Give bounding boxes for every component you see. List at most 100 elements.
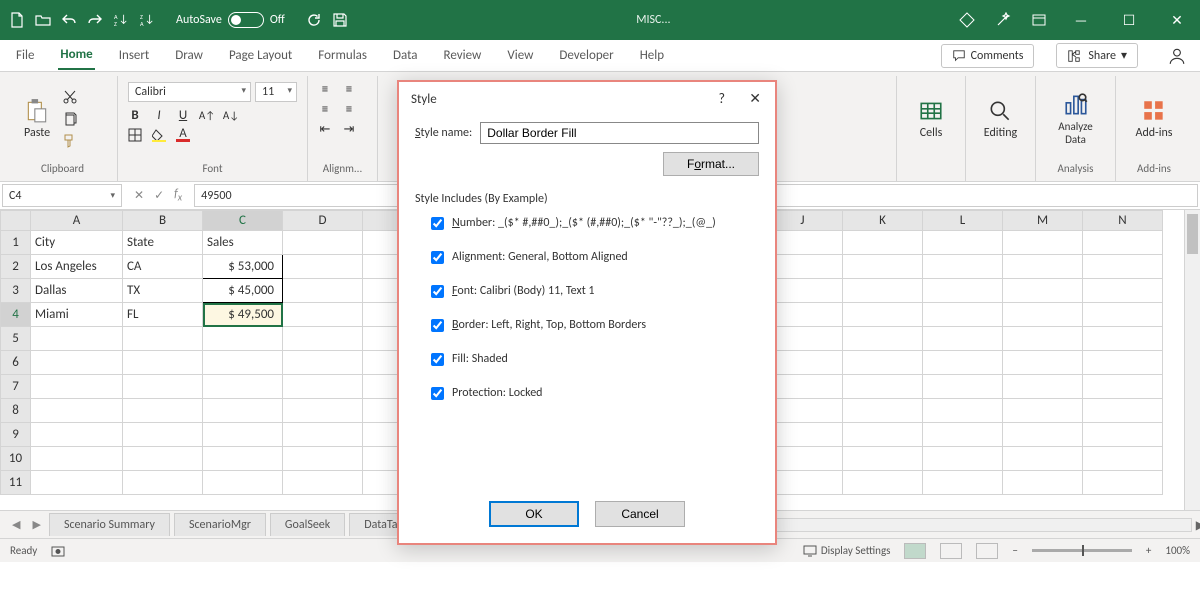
zoom-level[interactable]: 100%	[1165, 544, 1190, 557]
comments-button[interactable]: Comments	[941, 44, 1035, 68]
col-header[interactable]: N	[1083, 211, 1163, 231]
sheet-tab[interactable]: Scenario Summary	[49, 513, 170, 536]
active-cell[interactable]: $ 49,500	[203, 303, 283, 327]
tab-view[interactable]: View	[505, 42, 535, 69]
zoom-out-button[interactable]: −	[1012, 544, 1017, 557]
border-checkbox[interactable]: Border: Left, Right, Top, Bottom Borders	[431, 318, 759, 332]
alignment-checkbox[interactable]: Alignment: General, Bottom Aligned	[431, 250, 759, 264]
save-icon[interactable]	[331, 11, 349, 29]
analyze-data-button[interactable]: Analyze Data	[1046, 88, 1105, 150]
cells-button[interactable]: Cells	[912, 94, 950, 144]
fill-color-icon[interactable]	[152, 128, 166, 142]
zoom-in-button[interactable]: +	[1146, 544, 1151, 557]
style-name-input[interactable]	[480, 122, 759, 144]
align-mid-icon[interactable]: ≡	[342, 82, 356, 96]
editing-button[interactable]: Editing	[978, 94, 1023, 144]
enter-formula-icon[interactable]: ✓	[154, 188, 164, 203]
border-icon[interactable]	[128, 128, 142, 142]
italic-icon[interactable]: I	[152, 108, 166, 122]
col-header[interactable]: C	[203, 211, 283, 231]
format-painter-icon[interactable]	[62, 133, 78, 149]
font-size-dropdown[interactable]: 11	[255, 82, 297, 102]
clipboard-group: Paste Clipboard	[8, 76, 118, 181]
sheet-tab[interactable]: ScenarioMgr	[174, 513, 266, 536]
col-header[interactable]: A	[31, 211, 123, 231]
tab-review[interactable]: Review	[442, 42, 484, 69]
indent-dec-icon[interactable]: ⇤	[318, 122, 332, 136]
account-icon[interactable]	[1168, 47, 1186, 65]
window-icon[interactable]	[1030, 11, 1048, 29]
name-box[interactable]: C4▾	[2, 184, 122, 207]
macro-record-icon[interactable]	[51, 544, 65, 558]
tab-data[interactable]: Data	[391, 42, 420, 69]
addins-button[interactable]: Add-ins	[1130, 94, 1179, 144]
redo-icon[interactable]	[86, 11, 104, 29]
sheet-nav-next-icon[interactable]: ▶	[28, 518, 44, 531]
dialog-close-button[interactable]: ✕	[749, 90, 761, 107]
font-checkbox[interactable]: Font: Calibri (Body) 11, Text 1	[431, 284, 759, 298]
tab-developer[interactable]: Developer	[557, 42, 615, 69]
tab-page-layout[interactable]: Page Layout	[227, 42, 294, 69]
sort-asc-icon[interactable]: AZ	[112, 11, 130, 29]
sheet-nav-prev-icon[interactable]: ◀	[8, 518, 24, 531]
align-left-icon[interactable]: ≡	[318, 102, 332, 116]
vertical-scrollbar[interactable]	[1184, 210, 1200, 510]
zoom-slider[interactable]	[1032, 549, 1132, 552]
share-button[interactable]: Share ▾	[1056, 43, 1138, 68]
ok-button[interactable]: OK	[489, 501, 579, 527]
tab-draw[interactable]: Draw	[173, 42, 205, 69]
dialog-titlebar: Style ? ✕	[399, 82, 775, 116]
underline-icon[interactable]: U	[176, 108, 190, 122]
indent-inc-icon[interactable]: ⇥	[342, 122, 356, 136]
paste-button[interactable]: Paste	[18, 94, 56, 144]
close-window-button[interactable]: ✕	[1162, 12, 1192, 29]
bold-icon[interactable]: B	[128, 108, 142, 122]
font-name-dropdown[interactable]: Calibri	[128, 82, 251, 102]
minimize-button[interactable]: —	[1066, 12, 1096, 29]
fx-icon[interactable]: fx	[174, 187, 182, 203]
number-checkbox[interactable]: Number: _($* #,##0_);_($* (#,##0);_($* "…	[431, 216, 759, 230]
cancel-button[interactable]: Cancel	[595, 501, 685, 527]
protection-checkbox[interactable]: Protection: Locked	[431, 386, 759, 400]
select-all-cell[interactable]	[1, 211, 31, 231]
col-header[interactable]: K	[843, 211, 923, 231]
col-header[interactable]: L	[923, 211, 1003, 231]
refresh-icon[interactable]	[305, 11, 323, 29]
wand-icon[interactable]	[994, 11, 1012, 29]
fill-checkbox[interactable]: Fill: Shaded	[431, 352, 759, 366]
page-break-view-button[interactable]	[976, 543, 998, 559]
sheet-tab[interactable]: GoalSeek	[270, 513, 345, 536]
page-layout-view-button[interactable]	[940, 543, 962, 559]
col-header[interactable]: B	[123, 211, 203, 231]
maximize-button[interactable]: ☐	[1114, 12, 1144, 29]
svg-text:Z: Z	[114, 20, 117, 27]
grow-font-icon[interactable]: A↑	[200, 108, 214, 122]
normal-view-button[interactable]	[904, 543, 926, 559]
align-center-icon[interactable]: ≡	[342, 102, 356, 116]
sort-desc-icon[interactable]: ZA	[138, 11, 156, 29]
font-color-icon[interactable]: A	[176, 128, 190, 142]
cut-icon[interactable]	[62, 89, 78, 105]
open-icon[interactable]	[34, 11, 52, 29]
format-button[interactable]: Format...	[663, 152, 759, 176]
autosave-toggle[interactable]: AutoSave Off	[176, 12, 285, 28]
shrink-font-icon[interactable]: A↓	[224, 108, 238, 122]
tab-file[interactable]: File	[14, 42, 36, 69]
col-header[interactable]: M	[1003, 211, 1083, 231]
tab-help[interactable]: Help	[638, 42, 666, 69]
undo-icon[interactable]	[60, 11, 78, 29]
dialog-help-button[interactable]: ?	[719, 90, 726, 107]
tab-insert[interactable]: Insert	[117, 42, 152, 69]
status-ready: Ready	[10, 544, 37, 557]
col-header[interactable]: D	[283, 211, 363, 231]
cancel-formula-icon[interactable]: ✕	[134, 188, 144, 203]
titlebar-right: — ☐ ✕	[958, 11, 1192, 29]
align-top-icon[interactable]: ≡	[318, 82, 332, 96]
copy-icon[interactable]	[62, 111, 78, 127]
style-name-label: Style name:	[415, 126, 472, 140]
new-file-icon[interactable]	[8, 11, 26, 29]
diamond-icon[interactable]	[958, 11, 976, 29]
tab-home[interactable]: Home	[58, 41, 94, 70]
display-settings-button[interactable]: Display Settings	[803, 544, 891, 557]
tab-formulas[interactable]: Formulas	[316, 42, 369, 69]
